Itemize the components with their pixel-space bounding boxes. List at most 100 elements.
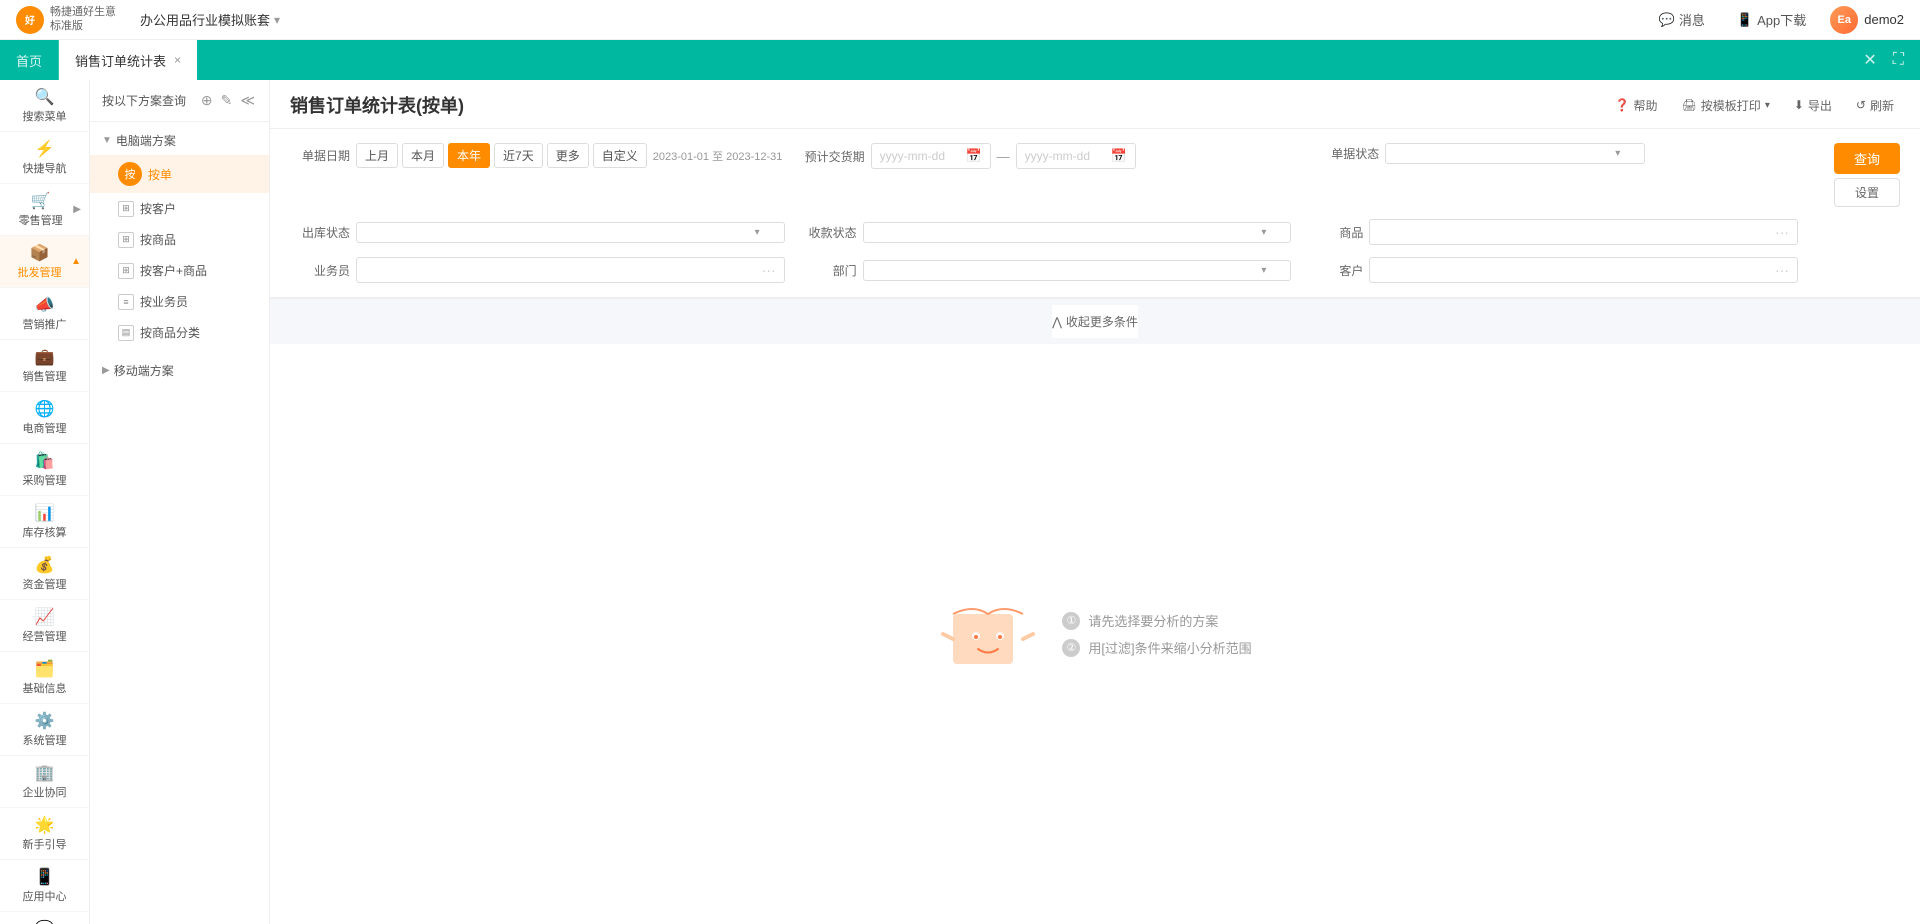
sidebar-item-retail[interactable]: 🛒 零售管理 ▶ xyxy=(0,184,89,236)
wholesale-icon: 📦 xyxy=(30,243,50,263)
dept-arrow-icon: ▾ xyxy=(1261,265,1266,276)
sidebar-item-finance[interactable]: 💰 资金管理 xyxy=(0,548,89,600)
top-bar: 好 畅捷通好生意 标准版 办公用品行业模拟账套 ▾ 💬 消息 📱 App下载 E… xyxy=(0,0,1920,40)
search-button[interactable]: 查询 xyxy=(1834,143,1900,174)
scheme-item-label-by-customer: 按客户 xyxy=(140,200,176,217)
sidebar-item-weixin[interactable]: 💬 企业微信 xyxy=(0,912,89,924)
sidebar-item-system[interactable]: ⚙️ 系统管理 xyxy=(0,704,89,756)
tab-close-window-button[interactable]: ✕ xyxy=(1859,46,1880,74)
expected-date-start-input[interactable]: yyyy-mm-dd 📅 xyxy=(871,143,991,169)
scheme-item-by-goods[interactable]: ⊞ 按商品 xyxy=(90,224,269,255)
scheme-item-by-customer[interactable]: ⊞ 按客户 xyxy=(90,193,269,224)
refresh-button[interactable]: ↺ 刷新 xyxy=(1850,93,1900,118)
scheme-item-by-category[interactable]: ▤ 按商品分类 xyxy=(90,317,269,348)
user-area[interactable]: Ea demo2 xyxy=(1830,6,1904,34)
sidebar-item-wholesale[interactable]: 📦 批发管理 ▲ xyxy=(0,236,89,288)
marketing-icon: 📣 xyxy=(35,295,55,315)
scheme-add-button[interactable]: ⊕ xyxy=(199,90,215,111)
print-button[interactable]: 🖨 按模板打印 ▾ xyxy=(1676,93,1776,118)
setting-button[interactable]: 设置 xyxy=(1834,178,1900,207)
salesperson-dots-icon: ··· xyxy=(762,262,776,278)
sidebar-item-search[interactable]: 🔍 搜索菜单 xyxy=(0,80,89,132)
main-layout: 🔍 搜索菜单 ⚡ 快捷导航 🛒 零售管理 ▶ 📦 批发管理 ▲ 📣 营销推广 xyxy=(0,80,1920,924)
scheme-group-mobile-title[interactable]: ▶ 移动端方案 xyxy=(90,356,269,385)
date-btn-custom[interactable]: 自定义 xyxy=(593,143,647,168)
sidebar-item-appstore[interactable]: 📱 应用中心 xyxy=(0,860,89,912)
operation-icon: 📈 xyxy=(35,607,55,627)
message-icon: 💬 xyxy=(1659,12,1675,28)
date-btn-last-month[interactable]: 上月 xyxy=(356,143,398,168)
scheme-item-by-salesperson[interactable]: ≡ 按业务员 xyxy=(90,286,269,317)
page-actions: ❓ 帮助 🖨 按模板打印 ▾ ⬇ 导出 ↺ xyxy=(1609,93,1900,118)
app-download-button[interactable]: 📱 App下载 xyxy=(1729,6,1814,33)
scheme-item-by-order[interactable]: 按 按单 xyxy=(90,155,269,193)
enterprise-icon: 🏢 xyxy=(35,763,55,783)
appstore-icon: 📱 xyxy=(35,867,55,887)
finance-icon: 💰 xyxy=(35,555,55,575)
sidebar-label-sales: 销售管理 xyxy=(23,370,67,384)
date-btn-7days[interactable]: 近7天 xyxy=(494,143,543,168)
sidebar-item-sales[interactable]: 💼 销售管理 xyxy=(0,340,89,392)
date-btn-this-year[interactable]: 本年 xyxy=(448,143,490,168)
user-name: demo2 xyxy=(1864,12,1904,27)
breadcrumb-arrow-icon: ▾ xyxy=(274,13,280,27)
out-status-select[interactable]: ▾ xyxy=(356,222,785,243)
ecom-icon: 🌐 xyxy=(35,399,55,419)
tab-bar-actions: ✕ ⛶ xyxy=(1847,40,1920,80)
collapse-up-icon: ⋀ xyxy=(1052,315,1062,329)
status-select[interactable]: ▾ xyxy=(1385,143,1645,164)
sidebar-item-newbie[interactable]: 🌟 新手引导 xyxy=(0,808,89,860)
salesperson-input[interactable]: ··· xyxy=(356,257,785,283)
help-button[interactable]: ❓ 帮助 xyxy=(1609,93,1664,118)
sidebar-item-operation[interactable]: 📈 经营管理 xyxy=(0,600,89,652)
out-status-label: 出库状态 xyxy=(290,224,350,241)
scheme-item-label-by-cust-goods: 按客户+商品 xyxy=(140,262,207,279)
goods-input[interactable]: ··· xyxy=(1369,219,1798,245)
sidebar-label-search: 搜索菜单 xyxy=(23,110,67,124)
sidebar-label-basic: 基础信息 xyxy=(23,682,67,696)
page-header: 销售订单统计表(按单) ❓ 帮助 🖨 按模板打印 ▾ ⬇ xyxy=(270,80,1920,129)
date-btn-this-month[interactable]: 本月 xyxy=(402,143,444,168)
sidebar-label-newbie: 新手引导 xyxy=(23,838,67,852)
goods-dots-icon: ··· xyxy=(1775,224,1789,240)
sidebar-label-ecom: 电商管理 xyxy=(23,422,67,436)
dept-select[interactable]: ▾ xyxy=(863,260,1292,281)
sidebar-item-ecom[interactable]: 🌐 电商管理 xyxy=(0,392,89,444)
sidebar-label-system: 系统管理 xyxy=(23,734,67,748)
scheme-collapse-button[interactable]: ≪ xyxy=(238,90,257,111)
tab-sales-order[interactable]: 销售订单统计表 × xyxy=(59,40,197,80)
tab-maximize-button[interactable]: ⛶ xyxy=(1889,47,1908,73)
scheme-item-label-by-category: 按商品分类 xyxy=(140,324,200,341)
sidebar-item-inventory[interactable]: 📊 库存核算 xyxy=(0,496,89,548)
tab-home[interactable]: 首页 xyxy=(0,40,59,80)
message-button[interactable]: 💬 消息 xyxy=(1651,6,1713,33)
scheme-grid2-icon: ⊞ xyxy=(118,232,134,248)
collapse-button[interactable]: ⋀ 收起更多条件 xyxy=(1052,305,1138,338)
customer-input[interactable]: ··· xyxy=(1369,257,1798,283)
date-btn-more[interactable]: 更多 xyxy=(547,143,589,168)
scheme-panel: 按以下方案查询 ⊕ ✎ ≪ ▼ 电脑端方案 按 按单 xyxy=(90,80,270,924)
export-button[interactable]: ⬇ 导出 xyxy=(1788,93,1838,118)
scheme-edit-button[interactable]: ✎ xyxy=(219,90,235,111)
sidebar-item-shortcut[interactable]: ⚡ 快捷导航 xyxy=(0,132,89,184)
inventory-icon: 📊 xyxy=(35,503,55,523)
scheme-grid3-icon: ⊞ xyxy=(118,263,134,279)
sales-icon: 💼 xyxy=(35,347,55,367)
expected-date-label: 预计交货期 xyxy=(805,148,865,165)
scheme-group-desktop-title[interactable]: ▼ 电脑端方案 xyxy=(90,126,269,155)
scheme-bar-icon: ≡ xyxy=(118,294,134,310)
pay-status-select[interactable]: ▾ xyxy=(863,222,1292,243)
breadcrumb-text: 办公用品行业模拟账套 xyxy=(140,10,270,29)
weixin-icon: 💬 xyxy=(35,919,55,924)
expected-date-end-input[interactable]: yyyy-mm-dd 📅 xyxy=(1016,143,1136,169)
tab-close-button[interactable]: × xyxy=(174,54,181,66)
basic-icon: 🗂️ xyxy=(35,659,55,679)
sidebar-item-marketing[interactable]: 📣 营销推广 xyxy=(0,288,89,340)
sidebar-item-enterprise[interactable]: 🏢 企业协同 xyxy=(0,756,89,808)
sidebar-item-purchase[interactable]: 🛍️ 采购管理 xyxy=(0,444,89,496)
hint-num-2: ② xyxy=(1062,639,1080,657)
sidebar-item-basic[interactable]: 🗂️ 基础信息 xyxy=(0,652,89,704)
breadcrumb[interactable]: 办公用品行业模拟账套 ▾ xyxy=(140,10,280,29)
salesperson-label: 业务员 xyxy=(290,262,350,279)
scheme-item-by-cust-goods[interactable]: ⊞ 按客户+商品 xyxy=(90,255,269,286)
